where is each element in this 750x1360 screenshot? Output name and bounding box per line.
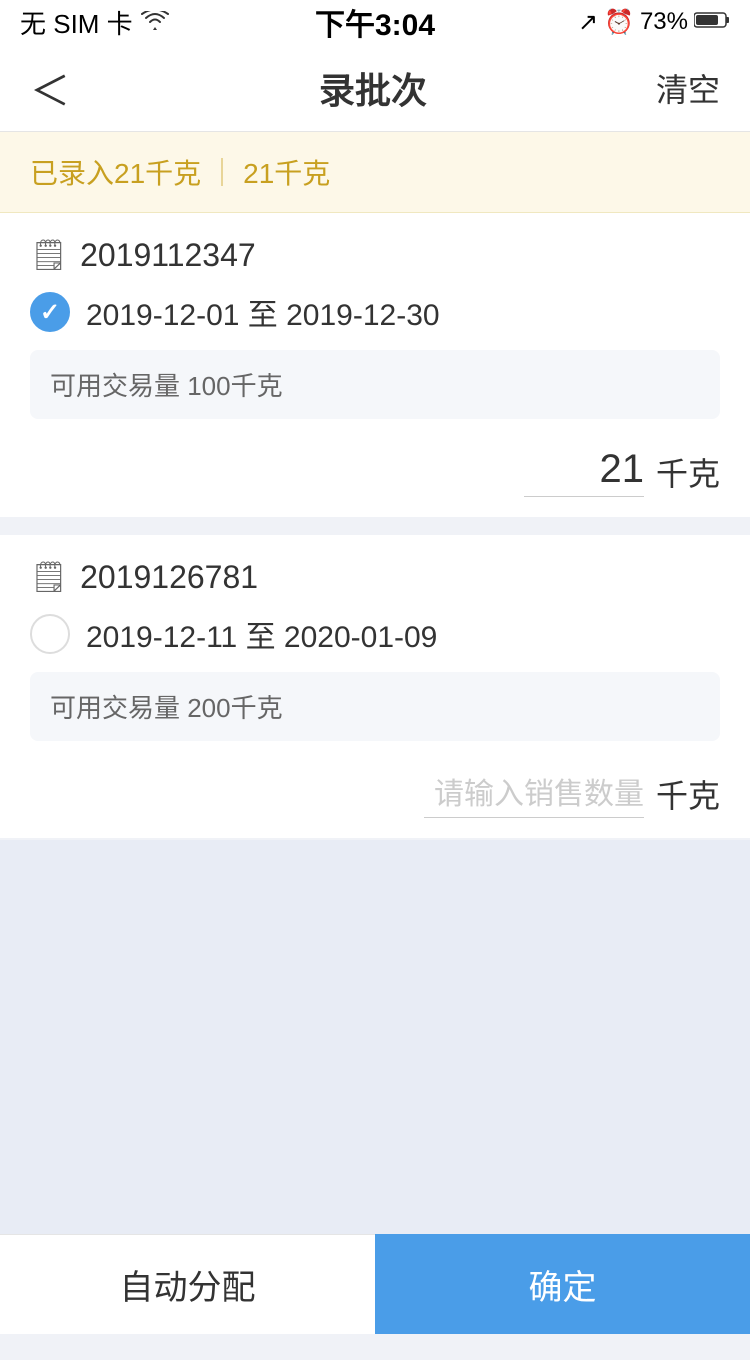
- input-placeholder-2[interactable]: 请输入销售数量: [434, 769, 644, 813]
- batch-id-1: 2019112347: [80, 237, 256, 274]
- batch-header-1: 🗒 2019112347: [0, 213, 750, 282]
- page-title: 录批次: [319, 62, 427, 114]
- battery-icon: [694, 8, 730, 36]
- radio-button-1[interactable]: ✓: [30, 292, 70, 332]
- content-area: 🗒 2019112347 ✓ 2019-12-01 至 2019-12-30 可…: [0, 213, 750, 1360]
- check-mark-1: ✓: [40, 298, 60, 327]
- summary-banner: 已录入21千克 21千克: [0, 132, 750, 213]
- alarm-icon: ⏰: [604, 8, 634, 37]
- summary-label: 已录入21千克: [30, 152, 201, 192]
- status-time: 下午3:04: [315, 0, 435, 44]
- batch-card-2: 🗒 2019126781 2019-12-11 至 2020-01-09 可用交…: [0, 535, 750, 838]
- batch-header-2: 🗒 2019126781: [0, 535, 750, 604]
- radio-button-2[interactable]: [30, 614, 70, 654]
- back-button[interactable]: ＜: [30, 59, 90, 117]
- batch-date-row-1: ✓ 2019-12-01 至 2019-12-30: [0, 282, 750, 342]
- amount-value-1[interactable]: 21: [564, 447, 644, 492]
- amount-unit-1: 千克: [656, 449, 720, 495]
- section-divider: [0, 519, 750, 535]
- amount-input-wrapper-1: 21: [524, 447, 644, 497]
- status-right: ↗ ⏰ 73%: [578, 8, 730, 37]
- amount-underline-1: [524, 496, 644, 497]
- wifi-icon: [141, 7, 169, 38]
- summary-divider: [221, 158, 223, 186]
- batch-id-2: 2019126781: [80, 559, 258, 596]
- batch-date-row-2: 2019-12-11 至 2020-01-09: [0, 604, 750, 664]
- auto-distribute-button[interactable]: 自动分配: [0, 1234, 375, 1334]
- batch-card-1: 🗒 2019112347 ✓ 2019-12-01 至 2019-12-30 可…: [0, 213, 750, 517]
- battery-text: 73%: [640, 8, 688, 36]
- input-placeholder-wrapper-2: 请输入销售数量: [424, 769, 644, 818]
- confirm-button[interactable]: 确定: [375, 1234, 750, 1334]
- clear-button[interactable]: 清空: [656, 65, 720, 111]
- nav-bar: ＜ 录批次 清空: [0, 44, 750, 132]
- input-unit-2: 千克: [656, 771, 720, 817]
- amount-row-1: 21 千克: [0, 431, 750, 517]
- empty-area: [0, 840, 750, 1260]
- summary-value: 21千克: [243, 152, 330, 192]
- input-underline-2: [424, 817, 644, 818]
- input-row-2: 请输入销售数量 千克: [0, 753, 750, 838]
- batch-available-2: 可用交易量 200千克: [30, 672, 720, 741]
- batch-id-icon-2: 🗒: [30, 560, 68, 595]
- batch-available-1: 可用交易量 100千克: [30, 350, 720, 419]
- batch-id-icon-1: 🗒: [30, 238, 68, 273]
- bottom-bar: 自动分配 确定: [0, 1234, 750, 1334]
- status-left: 无 SIM 卡: [20, 4, 169, 41]
- location-icon: ↗: [578, 8, 598, 37]
- status-bar: 无 SIM 卡 下午3:04 ↗ ⏰ 73%: [0, 0, 750, 44]
- batch-date-2: 2019-12-11 至 2020-01-09: [86, 612, 437, 656]
- carrier-text: 无 SIM 卡: [20, 4, 133, 41]
- batch-date-1: 2019-12-01 至 2019-12-30: [86, 290, 440, 334]
